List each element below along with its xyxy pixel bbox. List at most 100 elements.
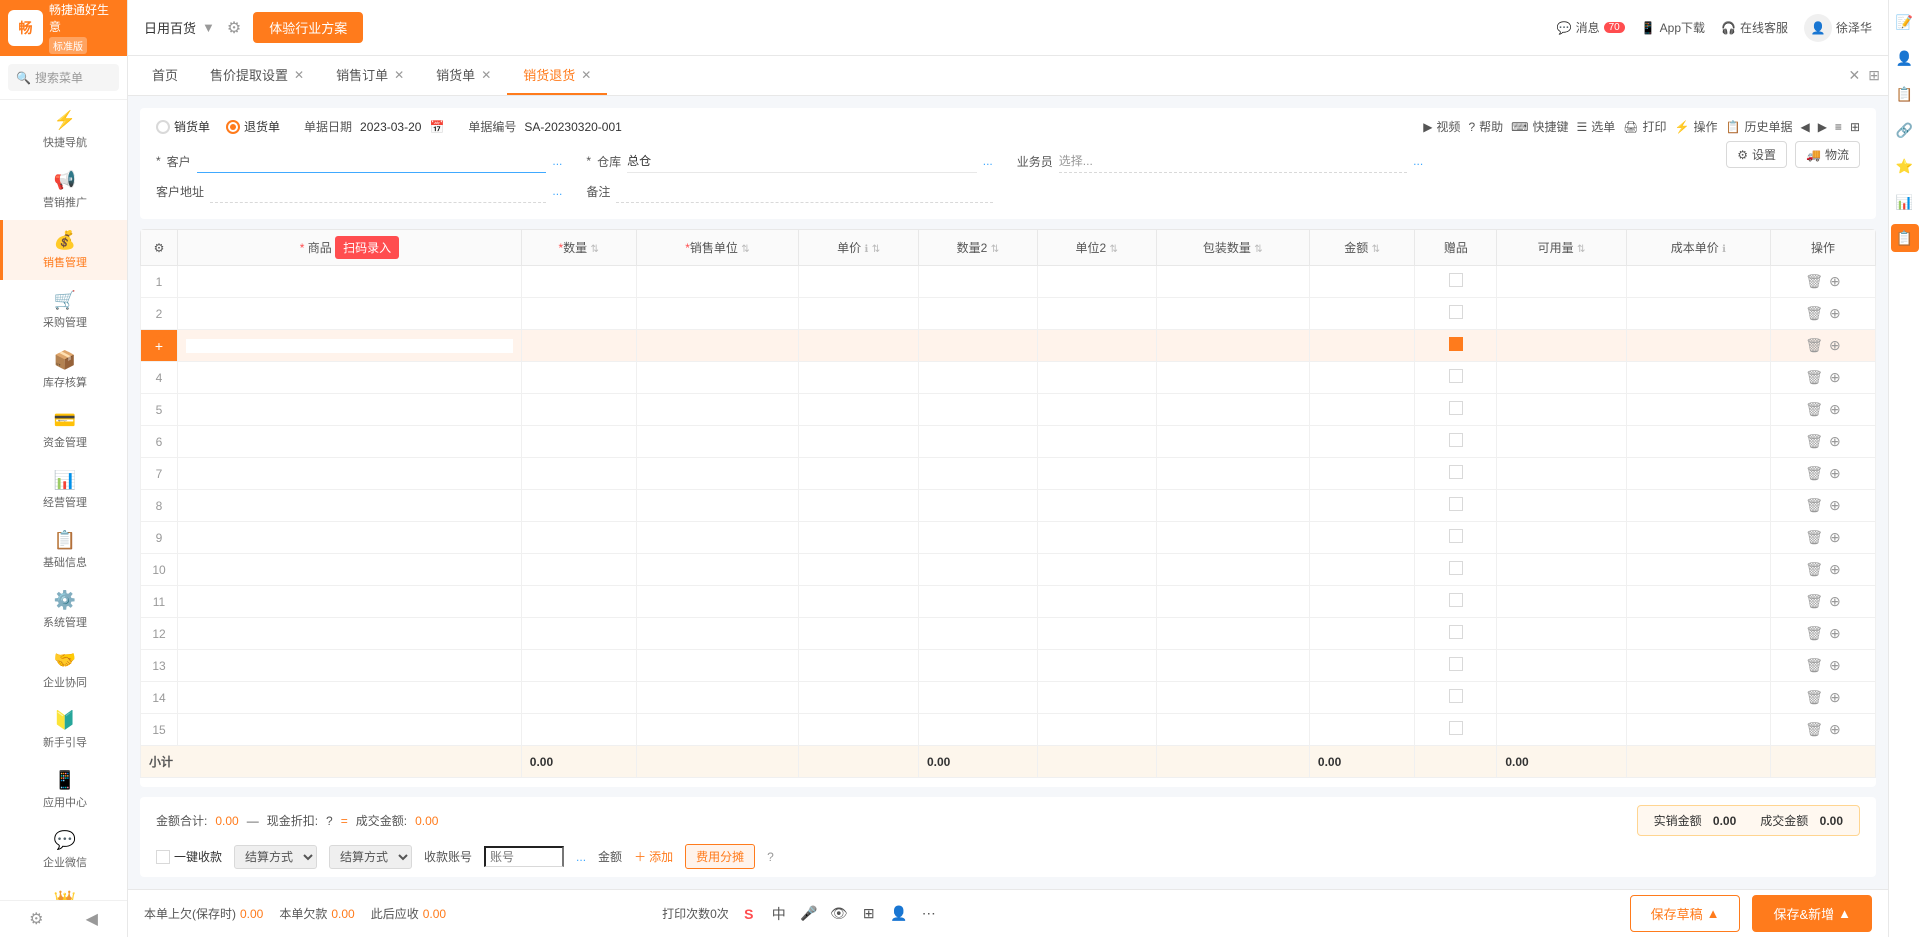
qty-cell[interactable] [521, 650, 636, 682]
price-cell[interactable] [799, 714, 919, 746]
qty2-cell[interactable] [919, 266, 1038, 298]
tab-price-setting[interactable]: 售价提取设置✕ [194, 56, 320, 95]
daily-selector[interactable]: 日用百货 ▼ [144, 18, 215, 37]
gift-checkbox[interactable] [1449, 273, 1463, 287]
unit2-cell[interactable] [1037, 682, 1156, 714]
unit-cell[interactable] [636, 650, 799, 682]
product-cell[interactable] [178, 522, 522, 554]
unit-cell[interactable] [636, 554, 799, 586]
amount-cell[interactable] [1309, 458, 1414, 490]
unit2-cell[interactable] [1037, 522, 1156, 554]
pkg-cell[interactable] [1156, 650, 1309, 682]
gift-checkbox[interactable] [1449, 305, 1463, 319]
select-button[interactable]: ☰ 选单 [1576, 118, 1615, 135]
unit-cell[interactable] [636, 298, 799, 330]
available-cell[interactable] [1497, 618, 1626, 650]
gift-checkbox[interactable] [1449, 625, 1463, 639]
pkg-cell[interactable] [1156, 266, 1309, 298]
qty2-cell[interactable] [919, 490, 1038, 522]
delete-row-icon[interactable]: 🗑 [1805, 529, 1823, 546]
product-cell[interactable] [178, 682, 522, 714]
fee-split-button[interactable]: 费用分摊 [685, 844, 755, 869]
tab-close-sales-delivery[interactable]: ✕ [481, 69, 491, 81]
amount-cell[interactable] [1309, 522, 1414, 554]
product-cell[interactable] [178, 330, 522, 362]
amount-cell[interactable] [1309, 266, 1414, 298]
gift-checkbox[interactable] [1449, 465, 1463, 479]
cost-cell[interactable] [1626, 458, 1770, 490]
cost-cell[interactable] [1626, 682, 1770, 714]
qty2-cell[interactable] [919, 522, 1038, 554]
price-cell[interactable] [799, 426, 919, 458]
available-cell[interactable] [1497, 650, 1626, 682]
qty-cell[interactable] [521, 330, 636, 362]
delete-row-icon[interactable]: 🗑 [1805, 273, 1823, 290]
delete-row-icon[interactable]: 🗑 [1805, 305, 1823, 322]
unit-cell[interactable] [636, 426, 799, 458]
save-new-button[interactable]: 保存&新增 ▲ [1752, 895, 1872, 932]
price-cell[interactable] [799, 522, 919, 554]
pkg-cell[interactable] [1156, 394, 1309, 426]
unit-cell[interactable] [636, 394, 799, 426]
copy-row-icon[interactable]: ⊕ [1829, 433, 1841, 450]
gift-checkbox[interactable] [1449, 433, 1463, 447]
sidebar-item-shortcut[interactable]: ⚡快捷导航 [0, 100, 127, 160]
delete-row-icon[interactable]: 🗑 [1805, 561, 1823, 578]
unit2-cell[interactable] [1037, 554, 1156, 586]
amount-cell[interactable] [1309, 394, 1414, 426]
product-cell[interactable] [178, 458, 522, 490]
radio-return[interactable]: 退货单 [226, 118, 280, 135]
unit2-cell[interactable] [1037, 266, 1156, 298]
sidebar-search[interactable]: 🔍 搜索菜单 [0, 56, 127, 100]
available-cell[interactable] [1497, 330, 1626, 362]
product-cell[interactable] [178, 586, 522, 618]
qty-cell[interactable] [521, 362, 636, 394]
eye-icon[interactable]: 👁 [827, 902, 851, 926]
tab-settings-button[interactable]: ⊞ [1868, 67, 1880, 84]
unit2-cell[interactable] [1037, 458, 1156, 490]
delete-row-icon[interactable]: 🗑 [1805, 625, 1823, 642]
pkg-cell[interactable] [1156, 362, 1309, 394]
price-cell[interactable] [799, 362, 919, 394]
gift-checkbox[interactable] [1449, 593, 1463, 607]
sort-unit-icon[interactable]: ⇅ [741, 244, 749, 255]
delete-row-icon[interactable]: 🗑 [1805, 369, 1823, 386]
pkg-cell[interactable] [1156, 586, 1309, 618]
unit2-cell[interactable] [1037, 330, 1156, 362]
product-cell[interactable] [178, 490, 522, 522]
sidebar-item-enterprise[interactable]: 🤝企业协同 [0, 640, 127, 700]
address-input[interactable] [210, 179, 546, 203]
cost-cell[interactable] [1626, 362, 1770, 394]
available-cell[interactable] [1497, 682, 1626, 714]
tab-sales-return[interactable]: 销货退货✕ [507, 56, 607, 95]
qty-cell[interactable] [521, 426, 636, 458]
history-button[interactable]: 📋 历史单据 [1725, 118, 1792, 135]
operate-button[interactable]: ⚡ 操作 [1675, 118, 1718, 135]
price-cell[interactable] [799, 298, 919, 330]
amount-cell[interactable] [1309, 586, 1414, 618]
pkg-cell[interactable] [1156, 298, 1309, 330]
logistics-button[interactable]: 🚚 物流 [1795, 141, 1860, 168]
account-input[interactable] [484, 846, 564, 867]
qty2-cell[interactable] [919, 554, 1038, 586]
right-panel-btn-7[interactable]: 📋 [1891, 224, 1919, 252]
address-dots[interactable]: ... [552, 184, 562, 198]
product-cell[interactable] [178, 650, 522, 682]
amount-cell[interactable] [1309, 330, 1414, 362]
unit-cell[interactable] [636, 586, 799, 618]
copy-row-icon[interactable]: ⊕ [1829, 465, 1841, 482]
qty-cell[interactable] [521, 266, 636, 298]
amount-cell[interactable] [1309, 714, 1414, 746]
calc-method-select[interactable]: 结算方式 [329, 845, 412, 869]
cost-cell[interactable] [1626, 394, 1770, 426]
amount-cell[interactable] [1309, 618, 1414, 650]
price-cell[interactable] [799, 330, 919, 362]
sidebar-item-wechat[interactable]: 💬企业微信 [0, 820, 127, 880]
pkg-cell[interactable] [1156, 426, 1309, 458]
qty-cell[interactable] [521, 394, 636, 426]
unit-cell[interactable] [636, 362, 799, 394]
qty2-cell[interactable] [919, 650, 1038, 682]
nav-prev-button[interactable]: ◀ [1800, 120, 1809, 134]
radio-sales[interactable]: 销货单 [156, 118, 210, 135]
qty-cell[interactable] [521, 618, 636, 650]
